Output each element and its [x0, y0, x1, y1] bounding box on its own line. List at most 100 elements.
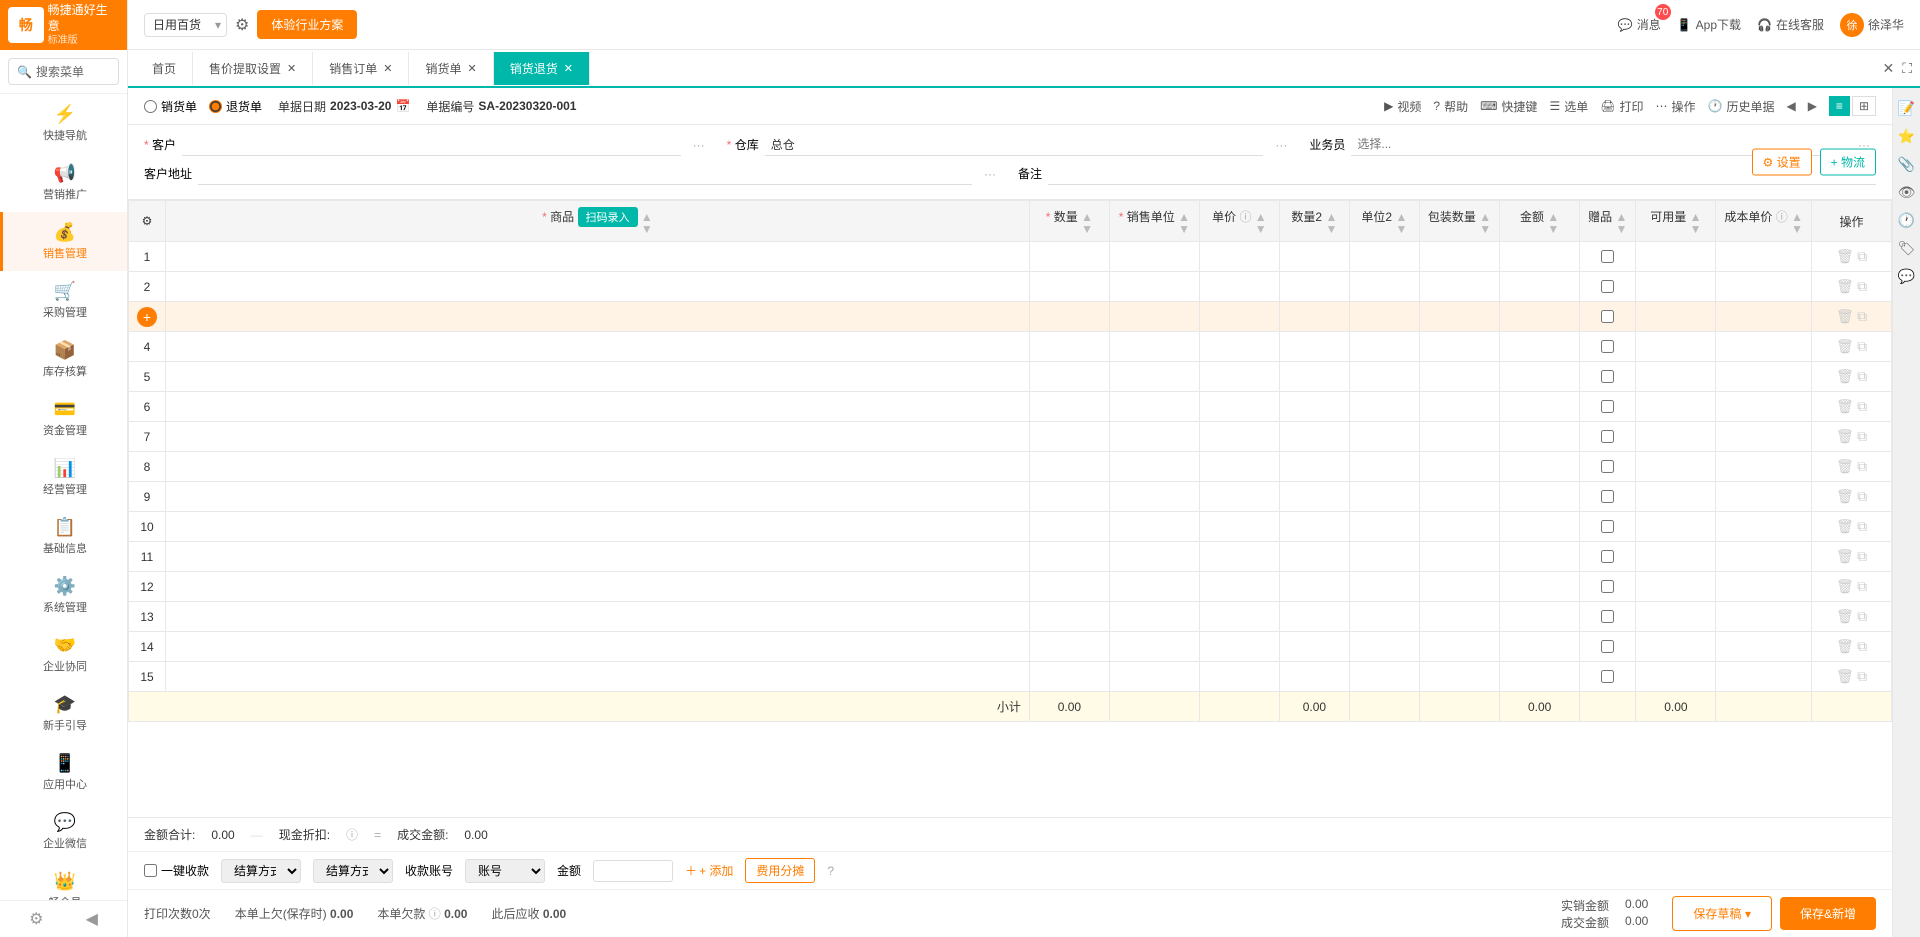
- cost-price-cell-12[interactable]: [1716, 572, 1812, 602]
- available-cell-1[interactable]: [1636, 242, 1716, 272]
- unit2-cell-9[interactable]: [1349, 482, 1419, 512]
- sidebar-item-marketing[interactable]: 📢 营销推广: [0, 153, 127, 212]
- sidebar-item-sales[interactable]: 💰 销售管理: [0, 212, 127, 271]
- customer-input[interactable]: [182, 133, 681, 156]
- product-cell-1[interactable]: [166, 242, 1030, 272]
- amount-cell-6[interactable]: [1500, 392, 1580, 422]
- sale-unit-cell-12[interactable]: [1109, 572, 1199, 602]
- gift-cell-4[interactable]: [1580, 332, 1636, 362]
- sale-unit-cell-3[interactable]: [1109, 302, 1199, 332]
- gift-cell-12[interactable]: [1580, 572, 1636, 602]
- unit2-cell-6[interactable]: [1349, 392, 1419, 422]
- unit-price-cell-13[interactable]: [1199, 602, 1279, 632]
- product-cell-4[interactable]: [166, 332, 1030, 362]
- quantity2-cell-10[interactable]: [1279, 512, 1349, 542]
- product-cell-7[interactable]: [166, 422, 1030, 452]
- cost-price-cell-2[interactable]: [1716, 272, 1812, 302]
- setting-button[interactable]: ⚙ 设置: [1752, 149, 1812, 176]
- gift-checkbox-12[interactable]: [1601, 580, 1614, 593]
- unit-price-cell-8[interactable]: [1199, 452, 1279, 482]
- operate-item[interactable]: ⋯ 操作: [1655, 98, 1695, 115]
- sale-unit-cell-1[interactable]: [1109, 242, 1199, 272]
- delete-row-7-button[interactable]: 🗑: [1836, 428, 1854, 445]
- unit2-cell-2[interactable]: [1349, 272, 1419, 302]
- radio-sale[interactable]: [144, 100, 157, 113]
- unit2-cell-7[interactable]: [1349, 422, 1419, 452]
- fee-split-button[interactable]: 费用分摊: [745, 858, 815, 883]
- available-cell-15[interactable]: [1636, 662, 1716, 692]
- th-gear[interactable]: ⚙: [129, 201, 166, 242]
- video-help-item[interactable]: ▶ 视频: [1384, 98, 1421, 115]
- delete-row-9-button[interactable]: 🗑: [1836, 488, 1854, 505]
- available-cell-12[interactable]: [1636, 572, 1716, 602]
- gift-checkbox-11[interactable]: [1601, 550, 1614, 563]
- delete-row-1-button[interactable]: 🗑: [1836, 248, 1854, 265]
- sidebar-item-newbie[interactable]: 🎓 新手引导: [0, 684, 127, 743]
- unit2-cell-14[interactable]: [1349, 632, 1419, 662]
- pack-qty-cell-7[interactable]: [1419, 422, 1499, 452]
- gift-cell-14[interactable]: [1580, 632, 1636, 662]
- amount-sort[interactable]: ▲▼: [1547, 211, 1559, 235]
- copy-row-1-button[interactable]: ⧉: [1857, 248, 1867, 265]
- doc-type-return[interactable]: 退货单: [209, 98, 262, 115]
- cost-price-cell-6[interactable]: [1716, 392, 1812, 422]
- product-cell-9[interactable]: [166, 482, 1030, 512]
- available-sort[interactable]: ▲▼: [1690, 211, 1702, 235]
- pack-qty-cell-12[interactable]: [1419, 572, 1499, 602]
- pack-qty-cell-2[interactable]: [1419, 272, 1499, 302]
- copy-row-4-button[interactable]: ⧉: [1857, 338, 1867, 355]
- grid-view-button[interactable]: ⊞: [1852, 96, 1876, 116]
- copy-row-2-button[interactable]: ⧉: [1857, 278, 1867, 295]
- sidebar-item-enterprise[interactable]: 🤝 企业协同: [0, 625, 127, 684]
- online-service-item[interactable]: 🎧 在线客服: [1757, 16, 1824, 33]
- delete-row-15-button[interactable]: 🗑: [1836, 668, 1854, 685]
- prev-record-button[interactable]: ◀: [1786, 99, 1795, 113]
- sidebar-item-quick-nav[interactable]: ⚡ 快捷导航: [0, 94, 127, 153]
- add-row-button[interactable]: +: [137, 307, 157, 327]
- quantity2-cell-1[interactable]: [1279, 242, 1349, 272]
- unit-price-cell-12[interactable]: [1199, 572, 1279, 602]
- quantity-cell-13[interactable]: [1029, 602, 1109, 632]
- quantity-cell-14[interactable]: [1029, 632, 1109, 662]
- copy-row-5-button[interactable]: ⧉: [1857, 368, 1867, 385]
- unit-price-cell-6[interactable]: [1199, 392, 1279, 422]
- copy-row-12-button[interactable]: ⧉: [1857, 578, 1867, 595]
- unit-price-cell-4[interactable]: [1199, 332, 1279, 362]
- unit-price-cell-15[interactable]: [1199, 662, 1279, 692]
- account-select[interactable]: 账号: [465, 859, 545, 883]
- copy-row-11-button[interactable]: ⧉: [1857, 548, 1867, 565]
- cost-price-cell-15[interactable]: [1716, 662, 1812, 692]
- pack-qty-cell-9[interactable]: [1419, 482, 1499, 512]
- product-cell-15[interactable]: [166, 662, 1030, 692]
- gift-checkbox-4[interactable]: [1601, 340, 1614, 353]
- unit-price-cell-7[interactable]: [1199, 422, 1279, 452]
- tab-sale-delivery[interactable]: 销货单 ✕: [409, 52, 493, 85]
- quantity-cell-3[interactable]: [1029, 302, 1109, 332]
- topbar-gear-button[interactable]: ⚙: [235, 15, 249, 35]
- quantity-cell-8[interactable]: [1029, 452, 1109, 482]
- quantity2-cell-9[interactable]: [1279, 482, 1349, 512]
- gift-cell-1[interactable]: [1580, 242, 1636, 272]
- quantity-cell-15[interactable]: [1029, 662, 1109, 692]
- product-cell-6[interactable]: [166, 392, 1030, 422]
- sale-unit-cell-11[interactable]: [1109, 542, 1199, 572]
- quantity-sort[interactable]: ▲▼: [1081, 211, 1093, 235]
- pack-qty-cell-8[interactable]: [1419, 452, 1499, 482]
- copy-row-7-button[interactable]: ⧉: [1857, 428, 1867, 445]
- copy-row-9-button[interactable]: ⧉: [1857, 488, 1867, 505]
- product-sort[interactable]: ▲▼: [641, 211, 653, 235]
- tab-close-sale-delivery[interactable]: ✕: [468, 62, 477, 75]
- select-item[interactable]: ☰ 选单: [1549, 98, 1588, 115]
- unit-price-cell-11[interactable]: [1199, 542, 1279, 572]
- date-picker-button[interactable]: 📅: [395, 99, 410, 113]
- calc-method-select[interactable]: 结算方式: [313, 859, 393, 883]
- sale-unit-sort[interactable]: ▲▼: [1178, 211, 1190, 235]
- message-item[interactable]: 💬 消息 70: [1618, 16, 1661, 33]
- gift-cell-11[interactable]: [1580, 542, 1636, 572]
- copy-row-3-button[interactable]: ⧉: [1857, 308, 1867, 325]
- quantity2-cell-3[interactable]: [1279, 302, 1349, 332]
- quantity2-cell-5[interactable]: [1279, 362, 1349, 392]
- unit2-cell-8[interactable]: [1349, 452, 1419, 482]
- amount-cell-3[interactable]: [1500, 302, 1580, 332]
- delete-row-2-button[interactable]: 🗑: [1836, 278, 1854, 295]
